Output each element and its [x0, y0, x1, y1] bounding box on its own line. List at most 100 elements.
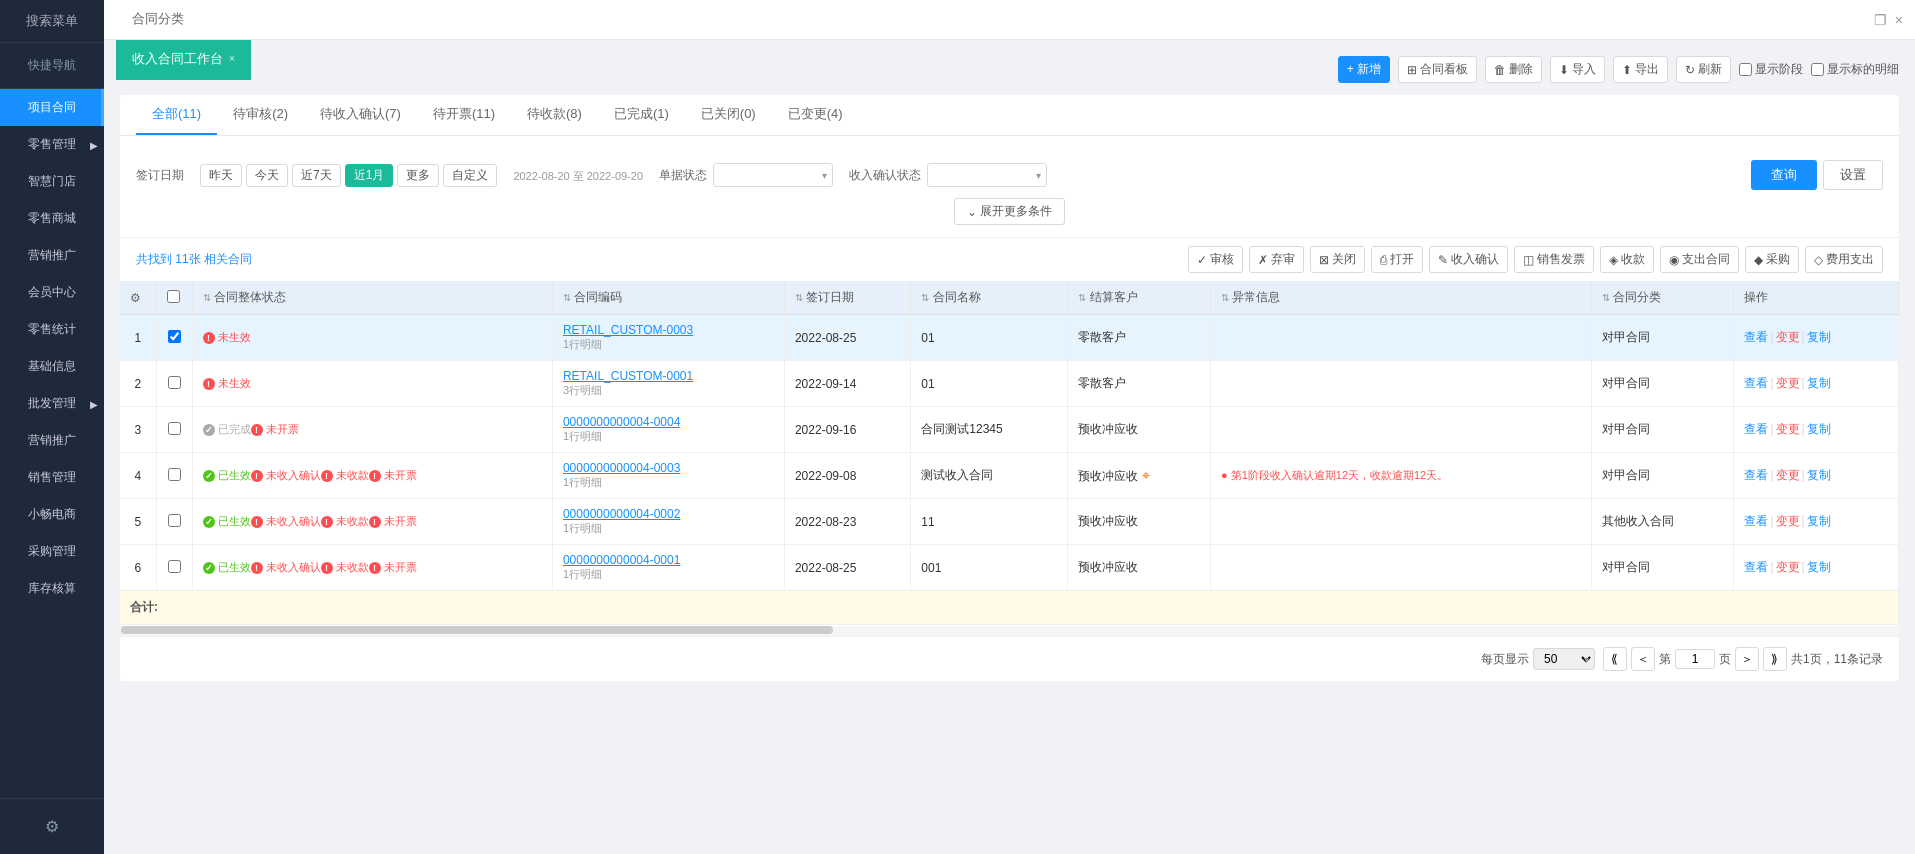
query-button[interactable]: 查询 — [1751, 160, 1817, 190]
status-tab-closed[interactable]: 已关闭(0) — [685, 95, 772, 135]
contract-code-link[interactable]: RETAIL_CUSTOM-0003 — [563, 323, 774, 337]
op-查看[interactable]: 查看 — [1744, 468, 1768, 482]
status-tab-all[interactable]: 全部(11) — [136, 95, 217, 135]
date-btn-yesterday[interactable]: 昨天 — [200, 164, 242, 187]
last-page-button[interactable]: ⟫ — [1763, 647, 1787, 671]
status-tab-completed[interactable]: 已完成(1) — [598, 95, 685, 135]
op-复制[interactable]: 复制 — [1807, 560, 1831, 574]
doc-status-select[interactable] — [713, 163, 833, 187]
date-btn-custom[interactable]: 自定义 — [443, 164, 497, 187]
tab-close-icon[interactable]: × — [190, 13, 196, 24]
route-icon[interactable]: ⌖ — [1142, 467, 1150, 483]
delete-button[interactable]: 🗑 删除 — [1485, 56, 1542, 83]
action-btn-sales-invoice[interactable]: ◫销售发票 — [1514, 246, 1594, 273]
row-checkbox[interactable] — [168, 422, 181, 435]
status-tab-pending-invoice[interactable]: 待开票(11) — [417, 95, 511, 135]
sidebar-item-member-center[interactable]: 会员中心 — [0, 274, 104, 311]
op-查看[interactable]: 查看 — [1744, 330, 1768, 344]
row-checkbox[interactable] — [168, 330, 181, 343]
sidebar-search[interactable]: 搜索菜单 — [0, 0, 104, 43]
op-变更[interactable]: 变更 — [1776, 468, 1800, 482]
op-复制[interactable]: 复制 — [1807, 468, 1831, 482]
sidebar-item-retail-stats[interactable]: 零售统计 — [0, 311, 104, 348]
op-查看[interactable]: 查看 — [1744, 514, 1768, 528]
th-settings[interactable]: ⚙ — [120, 281, 156, 315]
action-btn-abandon[interactable]: ✗弃审 — [1249, 246, 1304, 273]
contract-code-link[interactable]: 0000000000004-0002 — [563, 507, 774, 521]
status-tab-changed[interactable]: 已变更(4) — [772, 95, 859, 135]
sidebar-item-project-contract[interactable]: 项目合同 — [0, 89, 104, 126]
export-button[interactable]: ⬆ 导出 — [1613, 56, 1668, 83]
show-stages-checkbox[interactable]: 显示阶段 — [1739, 61, 1803, 78]
sidebar-item-basic-info[interactable]: 基础信息 — [0, 348, 104, 385]
set-button[interactable]: 设置 — [1823, 160, 1883, 190]
date-btn-1month[interactable]: 近1月 — [345, 164, 394, 187]
row-checkbox[interactable] — [168, 560, 181, 573]
op-变更[interactable]: 变更 — [1776, 330, 1800, 344]
op-变更[interactable]: 变更 — [1776, 560, 1800, 574]
sidebar-item-retail-mgmt[interactable]: 零售管理▶ — [0, 126, 104, 163]
sidebar-item-smart-store[interactable]: 智慧门店 — [0, 163, 104, 200]
op-变更[interactable]: 变更 — [1776, 376, 1800, 390]
op-复制[interactable]: 复制 — [1807, 376, 1831, 390]
income-confirm-select[interactable] — [927, 163, 1047, 187]
settings-icon[interactable]: ⚙ — [0, 809, 104, 844]
show-marked-details-checkbox[interactable]: 显示标的明细 — [1811, 61, 1899, 78]
status-tab-pending-review[interactable]: 待审核(2) — [217, 95, 304, 135]
select-all-checkbox[interactable] — [167, 290, 180, 303]
action-btn-purchase[interactable]: ◆采购 — [1745, 246, 1799, 273]
sidebar-item-marketing[interactable]: 营销推广 — [0, 237, 104, 274]
op-复制[interactable]: 复制 — [1807, 514, 1831, 528]
action-btn-expense[interactable]: ◇费用支出 — [1805, 246, 1883, 273]
sidebar-item-purchase-mgmt[interactable]: 采购管理 — [0, 533, 104, 570]
action-btn-close[interactable]: ⊠关闭 — [1310, 246, 1365, 273]
page-size-select[interactable]: 50 — [1533, 648, 1595, 670]
status-tab-pending-payment[interactable]: 待收款(8) — [511, 95, 598, 135]
horizontal-scrollbar[interactable] — [120, 626, 1899, 636]
sidebar-item-xiaochu[interactable]: 小畅电商 — [0, 496, 104, 533]
quick-nav-label[interactable]: 快捷导航 — [0, 51, 104, 80]
sidebar-item-retail-mall[interactable]: 零售商城 — [0, 200, 104, 237]
scrollbar-thumb[interactable] — [121, 626, 833, 634]
row-checkbox[interactable] — [168, 376, 181, 389]
contract-code-link[interactable]: RETAIL_CUSTOM-0001 — [563, 369, 774, 383]
op-复制[interactable]: 复制 — [1807, 330, 1831, 344]
row-checkbox[interactable] — [168, 514, 181, 527]
op-查看[interactable]: 查看 — [1744, 560, 1768, 574]
first-page-button[interactable]: ⟪ — [1603, 647, 1627, 671]
action-btn-pay-contract[interactable]: ◉支出合同 — [1660, 246, 1739, 273]
op-查看[interactable]: 查看 — [1744, 376, 1768, 390]
tab-contract-category[interactable]: 合同分类× — [116, 0, 251, 40]
restore-button[interactable]: ❐ — [1874, 12, 1887, 28]
op-变更[interactable]: 变更 — [1776, 514, 1800, 528]
date-btn-7days[interactable]: 近7天 — [292, 164, 341, 187]
new-button[interactable]: + 新增 — [1338, 56, 1390, 83]
row-checkbox[interactable] — [168, 468, 181, 481]
sidebar-item-wholesale-mgmt[interactable]: 批发管理▶ — [0, 385, 104, 422]
expand-button[interactable]: ⌄ 展开更多条件 — [954, 198, 1065, 225]
date-btn-today[interactable]: 今天 — [246, 164, 288, 187]
import-button[interactable]: ⬇ 导入 — [1550, 56, 1605, 83]
close-button[interactable]: × — [1895, 12, 1903, 28]
contract-board-button[interactable]: ⊞ 合同看板 — [1398, 56, 1477, 83]
action-btn-review[interactable]: ✓审核 — [1188, 246, 1243, 273]
status-tab-pending-income-confirm[interactable]: 待收入确认(7) — [304, 95, 417, 135]
page-number-input[interactable] — [1675, 649, 1715, 669]
op-变更[interactable]: 变更 — [1776, 422, 1800, 436]
th-checkbox[interactable] — [156, 281, 192, 315]
prev-page-button[interactable]: ＜ — [1631, 647, 1655, 671]
tab-income-workbench[interactable]: 收入合同工作台× — [116, 40, 251, 80]
tab-close-icon[interactable]: × — [229, 53, 235, 64]
next-page-button[interactable]: ＞ — [1735, 647, 1759, 671]
sidebar-item-marketing2[interactable]: 营销推广 — [0, 422, 104, 459]
op-复制[interactable]: 复制 — [1807, 422, 1831, 436]
sidebar-quick-nav[interactable]: 快捷导航 — [0, 43, 104, 89]
action-btn-print[interactable]: ⎙打开 — [1371, 246, 1423, 273]
refresh-button[interactable]: ↻ 刷新 — [1676, 56, 1731, 83]
sidebar-item-sales-mgmt[interactable]: 销售管理 — [0, 459, 104, 496]
action-btn-income-confirm[interactable]: ✎收入确认 — [1429, 246, 1508, 273]
date-btn-more[interactable]: 更多 — [397, 164, 439, 187]
op-查看[interactable]: 查看 — [1744, 422, 1768, 436]
action-btn-collection[interactable]: ◈收款 — [1600, 246, 1654, 273]
sidebar-item-inventory[interactable]: 库存核算 — [0, 570, 104, 607]
